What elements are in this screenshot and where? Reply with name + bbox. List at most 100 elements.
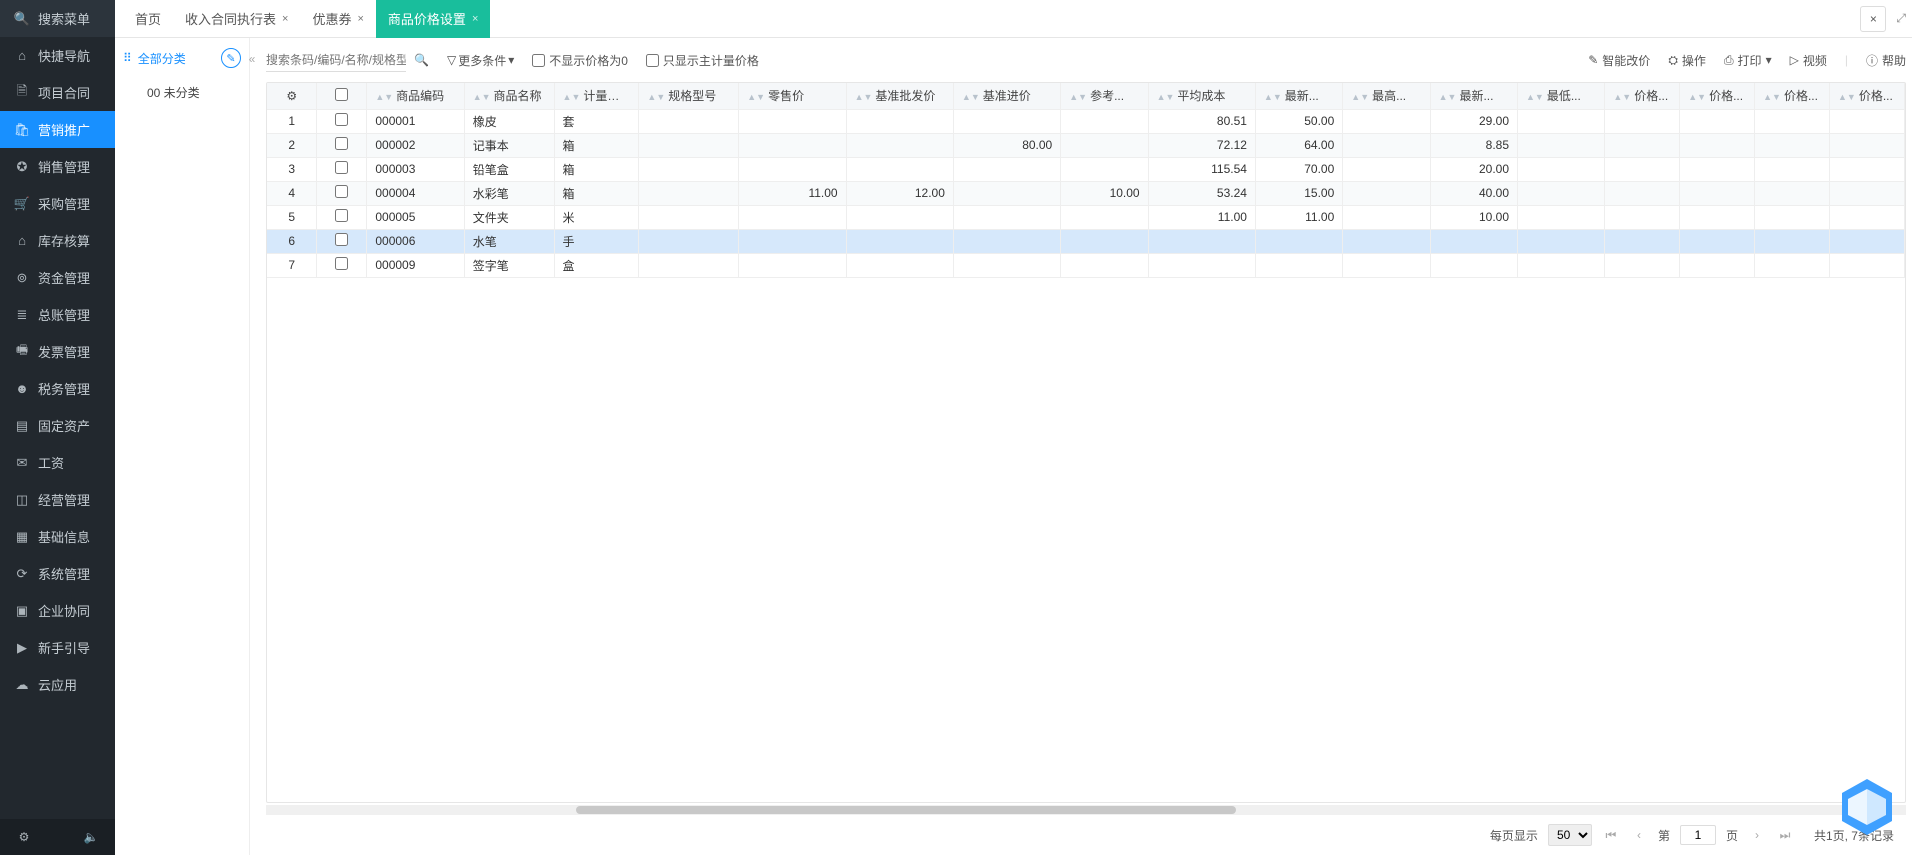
- sort-icon[interactable]: ▲▼: [1439, 92, 1457, 102]
- sort-icon[interactable]: ▲▼: [1351, 92, 1369, 102]
- sort-icon[interactable]: ▲▼: [647, 92, 665, 102]
- sidebar-item-3[interactable]: 🛍营销推广: [0, 111, 115, 148]
- column-header[interactable]: ▲▼价格...: [1605, 83, 1680, 109]
- row-checkbox[interactable]: [335, 209, 348, 222]
- column-header[interactable]: ▲▼最高...: [1343, 83, 1430, 109]
- column-header[interactable]: ▲▼零售价: [739, 83, 846, 109]
- video-button[interactable]: ▷视频: [1790, 52, 1827, 69]
- sort-icon[interactable]: ▲▼: [1613, 92, 1631, 102]
- row-checkbox[interactable]: [335, 257, 348, 270]
- row-checkbox[interactable]: [335, 113, 348, 126]
- sidebar-item-14[interactable]: ▦基础信息: [0, 518, 115, 555]
- column-header[interactable]: ▲▼基准进价: [953, 83, 1060, 109]
- more-conditions[interactable]: ▽ 更多条件 ▾: [447, 52, 514, 69]
- column-header[interactable]: ▲▼价格...: [1680, 83, 1755, 109]
- tree-node[interactable]: 00 未分类: [123, 78, 241, 107]
- row-checkbox[interactable]: [335, 161, 348, 174]
- table-row[interactable]: 5000005文件夹米11.0011.0010.00: [267, 205, 1905, 229]
- collapse-tree-icon[interactable]: «: [244, 38, 260, 855]
- sort-icon[interactable]: ▲▼: [563, 92, 581, 102]
- close-icon[interactable]: ×: [357, 13, 363, 25]
- fullscreen-icon[interactable]: ⤢: [1896, 11, 1906, 26]
- table-row[interactable]: 4000004水彩笔箱11.0012.0010.0053.2415.0040.0…: [267, 181, 1905, 205]
- close-icon[interactable]: ×: [472, 13, 478, 25]
- per-page-select[interactable]: 50: [1548, 824, 1592, 846]
- sound-icon[interactable]: 🔈: [83, 829, 99, 845]
- row-checkbox[interactable]: [335, 233, 348, 246]
- sidebar-item-12[interactable]: ✉工资: [0, 444, 115, 481]
- sort-icon[interactable]: ▲▼: [1157, 92, 1175, 102]
- column-header[interactable]: ▲▼商品编码: [367, 83, 464, 109]
- sidebar-item-16[interactable]: ▣企业协同: [0, 592, 115, 629]
- hide-zero-checkbox[interactable]: 不显示价格为0: [532, 52, 628, 69]
- column-header[interactable]: ▲▼基准批发价: [846, 83, 953, 109]
- select-all-checkbox[interactable]: [335, 88, 348, 101]
- close-icon[interactable]: ×: [282, 13, 288, 25]
- column-header[interactable]: ▲▼参考...: [1061, 83, 1148, 109]
- sort-icon[interactable]: ▲▼: [1069, 92, 1087, 102]
- sidebar-item-0[interactable]: 🔍搜索菜单: [0, 0, 115, 37]
- sort-icon[interactable]: ▲▼: [473, 92, 491, 102]
- column-header[interactable]: ▲▼价格...: [1755, 83, 1830, 109]
- table-row[interactable]: 2000002记事本箱80.0072.1264.008.85: [267, 133, 1905, 157]
- column-header[interactable]: ▲▼价格...: [1829, 83, 1904, 109]
- edit-category-icon[interactable]: ✎: [221, 48, 241, 68]
- sidebar-item-8[interactable]: ≣总账管理: [0, 296, 115, 333]
- column-header[interactable]: ▲▼最新...: [1430, 83, 1517, 109]
- main-unit-only-checkbox[interactable]: 只显示主计量价格: [646, 52, 759, 69]
- all-categories[interactable]: 全部分类: [138, 50, 186, 67]
- sidebar-item-5[interactable]: 🛒采购管理: [0, 185, 115, 222]
- sort-icon[interactable]: ▲▼: [375, 92, 393, 102]
- sort-icon[interactable]: ▲▼: [1688, 92, 1706, 102]
- sidebar-item-10[interactable]: ☻税务管理: [0, 370, 115, 407]
- sidebar-item-2[interactable]: 🗎项目合同: [0, 74, 115, 111]
- sort-icon[interactable]: ▲▼: [1526, 92, 1544, 102]
- close-all-tabs-icon[interactable]: ×: [1860, 6, 1886, 32]
- tab-3[interactable]: 商品价格设置×: [376, 0, 490, 38]
- tab-1[interactable]: 收入合同执行表×: [173, 0, 300, 38]
- row-checkbox[interactable]: [335, 137, 348, 150]
- sidebar-item-1[interactable]: ⌂快捷导航: [0, 37, 115, 74]
- sidebar-item-6[interactable]: ⌂库存核算: [0, 222, 115, 259]
- prev-page-icon[interactable]: ‹: [1630, 826, 1648, 844]
- row-checkbox[interactable]: [335, 185, 348, 198]
- column-header[interactable]: ▲▼商品名称: [464, 83, 554, 109]
- sidebar-item-7[interactable]: ⊚资金管理: [0, 259, 115, 296]
- operations-button[interactable]: ⛭操作: [1668, 52, 1706, 69]
- sort-icon[interactable]: ▲▼: [747, 92, 765, 102]
- help-button[interactable]: ⓘ帮助: [1866, 52, 1906, 69]
- column-header[interactable]: ▲▼计量单位...: [554, 83, 639, 109]
- sort-icon[interactable]: ▲▼: [962, 92, 980, 102]
- sidebar-item-4[interactable]: ✪销售管理: [0, 148, 115, 185]
- table-row[interactable]: 7000009签字笔盒: [267, 253, 1905, 277]
- sort-icon[interactable]: ▲▼: [1838, 92, 1856, 102]
- table-row[interactable]: 1000001橡皮套80.5150.0029.00: [267, 109, 1905, 133]
- sidebar-item-13[interactable]: ◫经营管理: [0, 481, 115, 518]
- sort-icon[interactable]: ▲▼: [855, 92, 873, 102]
- column-header[interactable]: ▲▼最新...: [1255, 83, 1342, 109]
- column-header[interactable]: ⚙: [267, 83, 317, 109]
- last-page-icon[interactable]: ⏭: [1776, 826, 1794, 844]
- column-header[interactable]: ▲▼平均成本: [1148, 83, 1255, 109]
- column-header[interactable]: ▲▼最低...: [1518, 83, 1605, 109]
- tab-0[interactable]: 首页: [123, 0, 173, 38]
- sidebar-item-18[interactable]: ☁云应用: [0, 666, 115, 703]
- sort-icon[interactable]: ▲▼: [1763, 92, 1781, 102]
- next-page-icon[interactable]: ›: [1748, 826, 1766, 844]
- horizontal-scrollbar[interactable]: [266, 805, 1906, 815]
- column-header[interactable]: [317, 83, 367, 109]
- table-row[interactable]: 3000003铅笔盒箱115.5470.0020.00: [267, 157, 1905, 181]
- sidebar-item-11[interactable]: ▤固定资产: [0, 407, 115, 444]
- search-icon[interactable]: 🔍: [414, 53, 429, 67]
- smart-price-button[interactable]: ✎智能改价: [1588, 52, 1650, 69]
- sidebar-item-15[interactable]: ⟳系统管理: [0, 555, 115, 592]
- first-page-icon[interactable]: ⏮: [1602, 826, 1620, 844]
- column-header[interactable]: ▲▼规格型号: [639, 83, 739, 109]
- print-button[interactable]: ⎙打印▾: [1724, 52, 1772, 69]
- sidebar-item-17[interactable]: ▶新手引导: [0, 629, 115, 666]
- tab-2[interactable]: 优惠券×: [300, 0, 375, 38]
- gear-icon[interactable]: ⚙: [286, 89, 297, 103]
- settings-icon[interactable]: ⚙: [16, 829, 32, 845]
- table-row[interactable]: 6000006水笔手: [267, 229, 1905, 253]
- sort-icon[interactable]: ▲▼: [1264, 92, 1282, 102]
